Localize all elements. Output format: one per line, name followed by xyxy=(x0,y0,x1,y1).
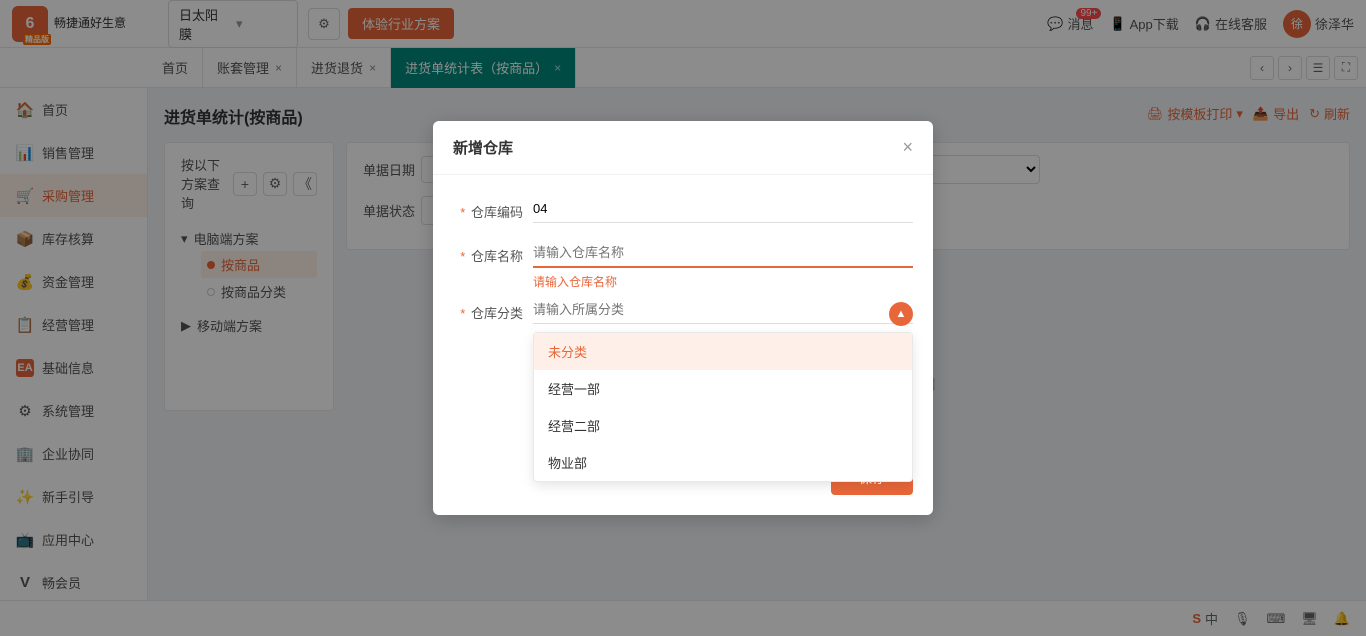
modal-overlay[interactable]: 新增仓库 × * 仓库编码 * 仓库名称 请输入仓库名称 xyxy=(0,0,1366,636)
dropdown-item-unclassified[interactable]: 未分类 xyxy=(534,333,912,370)
form-row-category: * 仓库分类 ▲ 未分类 经营一部 经营二部 物业部 xyxy=(453,296,913,324)
code-required: * xyxy=(460,205,465,220)
new-warehouse-modal: 新增仓库 × * 仓库编码 * 仓库名称 请输入仓库名称 xyxy=(433,121,933,515)
modal-close-btn[interactable]: × xyxy=(902,137,913,158)
name-label: * 仓库名称 xyxy=(453,239,533,265)
category-required: * xyxy=(460,306,465,321)
dropdown-item-property[interactable]: 物业部 xyxy=(534,444,912,481)
modal-header: 新增仓库 × xyxy=(433,121,933,175)
form-row-code: * 仓库编码 xyxy=(453,195,913,223)
dropdown-item-dept1[interactable]: 经营一部 xyxy=(534,370,912,407)
category-label: * 仓库分类 xyxy=(453,296,533,322)
modal-body: * 仓库编码 * 仓库名称 请输入仓库名称 * xyxy=(433,175,933,360)
category-dropdown-arrow[interactable]: ▲ xyxy=(889,302,913,326)
category-dropdown: 未分类 经营一部 经营二部 物业部 xyxy=(533,332,913,482)
code-label: * 仓库编码 xyxy=(453,195,533,221)
category-select-wrapper: ▲ xyxy=(533,296,913,324)
name-required: * xyxy=(460,249,465,264)
form-row-name: * 仓库名称 请输入仓库名称 xyxy=(453,239,913,268)
modal-title: 新增仓库 xyxy=(453,137,513,158)
dropdown-item-dept2[interactable]: 经营二部 xyxy=(534,407,912,444)
warehouse-name-input[interactable] xyxy=(533,239,913,268)
category-input[interactable] xyxy=(533,296,913,324)
warehouse-code-input[interactable] xyxy=(533,195,913,223)
name-error-msg: 请输入仓库名称 xyxy=(533,273,617,290)
